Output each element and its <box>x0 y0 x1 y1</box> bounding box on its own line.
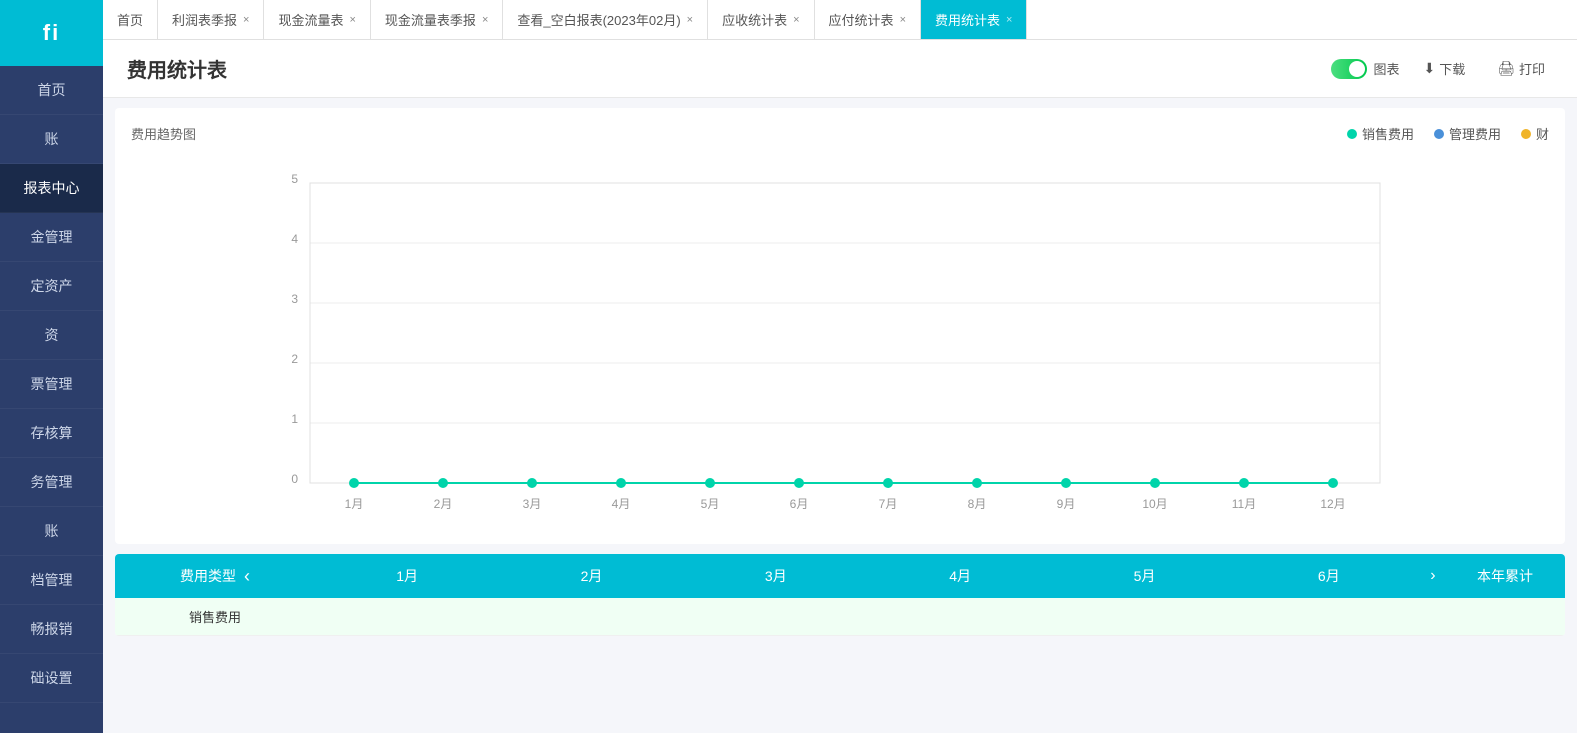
tab-receivable[interactable]: 应收统计表 × <box>708 0 814 40</box>
legend-dot-finance <box>1521 129 1531 139</box>
sidebar-item-service[interactable]: 务管理 <box>0 458 103 507</box>
table-section: 费用类型 ‹ 1月 2月 3月 4月 5月 6月 › 本年累计 销售费用 <box>115 554 1565 636</box>
sidebar-item-fund[interactable]: 金管理 <box>0 213 103 262</box>
tab-cashflow[interactable]: 现金流量表 × <box>264 0 370 40</box>
tab-home[interactable]: 首页 <box>103 0 158 40</box>
svg-text:5月: 5月 <box>701 497 720 511</box>
sidebar: fi 首页 账 报表中心 金管理 定资产 资 票管理 存核算 务管理 账 档管理… <box>0 0 103 733</box>
svg-text:4: 4 <box>291 232 298 246</box>
svg-text:2: 2 <box>291 352 298 366</box>
table-col-month-5: 5月 <box>1052 566 1236 586</box>
svg-text:3: 3 <box>291 292 298 306</box>
svg-text:7月: 7月 <box>879 497 898 511</box>
table-cell-type-sales: 销售费用 <box>115 607 315 626</box>
sidebar-item-archive[interactable]: 档管理 <box>0 556 103 605</box>
svg-text:8月: 8月 <box>968 497 987 511</box>
next-nav-button[interactable]: › <box>1421 567 1445 585</box>
legend-finance: 财 <box>1521 124 1549 143</box>
page-title: 费用统计表 <box>127 54 227 83</box>
sidebar-item-account[interactable]: 账 <box>0 115 103 164</box>
svg-text:11月: 11月 <box>1232 497 1256 511</box>
tab-bar: 首页 利润表季报 × 现金流量表 × 现金流量表季报 × 查看_空白报表(202… <box>103 0 1577 40</box>
svg-text:1月: 1月 <box>345 497 364 511</box>
prev-nav-icon[interactable]: ‹ <box>244 566 250 587</box>
table-row-sales: 销售费用 <box>115 598 1565 636</box>
svg-text:12月: 12月 <box>1320 497 1345 511</box>
svg-text:3月: 3月 <box>523 497 542 511</box>
tab-close-expense-stats[interactable]: × <box>1006 14 1012 26</box>
tab-cashflow-quarterly[interactable]: 现金流量表季报 × <box>371 0 503 40</box>
sidebar-logo: fi <box>0 0 103 66</box>
chart-legend: 销售费用 管理费用 财 <box>1347 124 1549 143</box>
table-col-month-1: 1月 <box>315 566 499 586</box>
svg-text:5: 5 <box>291 172 298 186</box>
tab-expense-stats[interactable]: 费用统计表 × <box>921 0 1027 40</box>
page-header: 费用统计表 图表 ⬇ 下载 🖨 打印 <box>103 40 1577 98</box>
sidebar-item-expense[interactable]: 畅报销 <box>0 605 103 654</box>
table-col-month-6: 6月 <box>1237 566 1421 586</box>
table-header-row: 费用类型 ‹ 1月 2月 3月 4月 5月 6月 › 本年累计 <box>115 554 1565 598</box>
sidebar-item-home[interactable]: 首页 <box>0 66 103 115</box>
sidebar-item-ledger[interactable]: 账 <box>0 507 103 556</box>
sidebar-item-invest[interactable]: 资 <box>0 311 103 360</box>
print-button[interactable]: 🖨 打印 <box>1489 55 1553 82</box>
chart-toggle-label: 图表 <box>1373 59 1399 78</box>
legend-sales: 销售费用 <box>1347 124 1414 143</box>
svg-text:1: 1 <box>291 412 298 426</box>
chart-title: 费用趋势图 <box>131 124 196 143</box>
tab-close-receivable[interactable]: × <box>793 14 799 26</box>
sidebar-item-settings[interactable]: 础设置 <box>0 654 103 703</box>
table-col-month-2: 2月 <box>499 566 683 586</box>
table-col-month-4: 4月 <box>868 566 1052 586</box>
tab-payable[interactable]: 应付统计表 × <box>815 0 921 40</box>
table-col-total-header: 本年累计 <box>1445 566 1565 586</box>
tab-profit-quarterly[interactable]: 利润表季报 × <box>158 0 264 40</box>
tab-close-blank-report[interactable]: × <box>687 14 693 26</box>
svg-text:9月: 9月 <box>1057 497 1076 511</box>
main-area: 首页 利润表季报 × 现金流量表 × 现金流量表季报 × 查看_空白报表(202… <box>103 0 1577 733</box>
tab-blank-report[interactable]: 查看_空白报表(2023年02月) × <box>503 0 708 40</box>
legend-admin: 管理费用 <box>1434 124 1501 143</box>
svg-text:2月: 2月 <box>434 497 453 511</box>
tab-close-payable[interactable]: × <box>900 14 906 26</box>
legend-dot-sales <box>1347 129 1357 139</box>
tab-close-cashflow-quarterly[interactable]: × <box>482 14 488 26</box>
print-icon: 🖨 <box>1497 60 1515 77</box>
tab-close-profit-quarterly[interactable]: × <box>243 14 249 26</box>
sidebar-item-reports[interactable]: 报表中心 <box>0 164 103 213</box>
table-col-month-3: 3月 <box>684 566 868 586</box>
download-icon: ⬇ <box>1423 60 1435 77</box>
sidebar-item-assets[interactable]: 定资产 <box>0 262 103 311</box>
header-actions: 图表 ⬇ 下载 🖨 打印 <box>1331 55 1553 82</box>
trend-chart: 5 4 3 2 1 0 1月 2月 <box>131 153 1549 523</box>
content-area: 费用统计表 图表 ⬇ 下载 🖨 打印 费用趋势图 <box>103 40 1577 733</box>
sidebar-item-inventory[interactable]: 存核算 <box>0 409 103 458</box>
tab-close-cashflow[interactable]: × <box>349 14 355 26</box>
chart-section: 费用趋势图 销售费用 管理费用 财 <box>115 108 1565 544</box>
download-button[interactable]: ⬇ 下载 <box>1415 55 1473 82</box>
table-col-type-header: 费用类型 ‹ <box>115 566 315 587</box>
svg-text:4月: 4月 <box>612 497 631 511</box>
legend-dot-admin <box>1434 129 1444 139</box>
chart-toggle-wrap[interactable]: 图表 <box>1331 59 1399 79</box>
chart-header: 费用趋势图 销售费用 管理费用 财 <box>131 124 1549 143</box>
svg-text:6月: 6月 <box>790 497 809 511</box>
chart-container: 5 4 3 2 1 0 1月 2月 <box>131 153 1549 528</box>
chart-toggle[interactable] <box>1331 59 1367 79</box>
svg-text:0: 0 <box>291 472 298 486</box>
svg-text:10月: 10月 <box>1142 497 1167 511</box>
sidebar-item-invoice[interactable]: 票管理 <box>0 360 103 409</box>
